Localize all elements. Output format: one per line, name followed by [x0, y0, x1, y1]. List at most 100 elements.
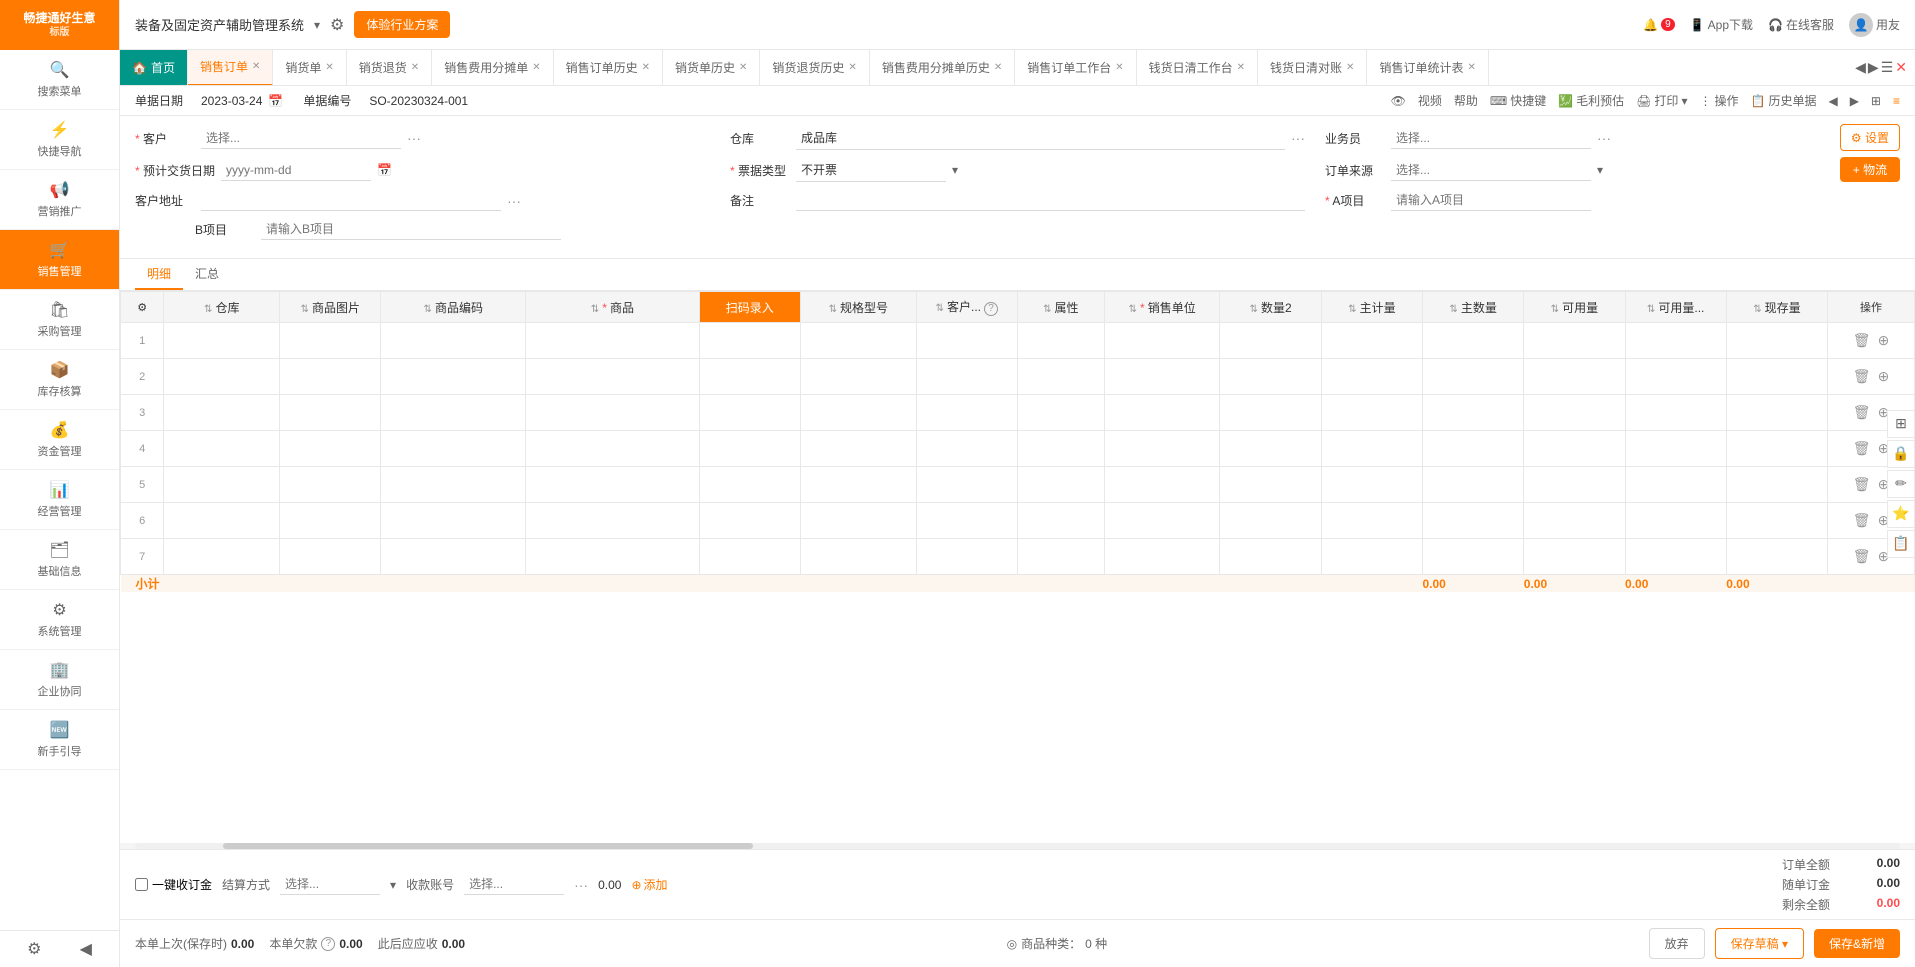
- sidebar-item-basic[interactable]: 🗂 基础信息: [0, 530, 119, 590]
- tab-sales-returns[interactable]: 销货单 ✕: [273, 50, 346, 86]
- cell-current-stock[interactable]: [1726, 503, 1827, 539]
- b-project-input[interactable]: [261, 219, 561, 240]
- tab-close-icon[interactable]: ✕: [411, 62, 419, 73]
- cell-current-stock[interactable]: [1726, 539, 1827, 575]
- sidebar-item-marketing[interactable]: 📢 营销推广: [0, 170, 119, 230]
- tab-order-history[interactable]: 销售订单历史 ✕: [554, 50, 663, 86]
- calendar-icon[interactable]: 📅: [268, 94, 283, 108]
- cell-product[interactable]: [526, 503, 700, 539]
- cell-main-quantity[interactable]: [1423, 503, 1524, 539]
- cell-main-quantity[interactable]: [1423, 359, 1524, 395]
- cell-available-more[interactable]: [1625, 395, 1726, 431]
- cell-sales-unit[interactable]: [1104, 323, 1220, 359]
- a-project-input[interactable]: [1391, 190, 1591, 211]
- app-download-item[interactable]: 📱 App下载: [1690, 16, 1753, 33]
- cell-product[interactable]: [526, 539, 700, 575]
- copy-row-icon[interactable]: ⊕: [1878, 332, 1890, 348]
- copy-row-icon[interactable]: ⊕: [1878, 368, 1890, 384]
- sort-icon[interactable]: ⇅: [1647, 304, 1655, 315]
- sidebar-item-enterprise[interactable]: 🏢 企业协同: [0, 650, 119, 710]
- history-btn[interactable]: 📋 历史单据: [1750, 92, 1816, 109]
- cell-main-unit[interactable]: [1321, 323, 1422, 359]
- user-item[interactable]: 👤 用友: [1849, 13, 1900, 37]
- cell-product-image[interactable]: [280, 503, 381, 539]
- cell-spec[interactable]: [800, 395, 916, 431]
- cell-customer-code[interactable]: [916, 431, 1017, 467]
- cell-available[interactable]: [1524, 467, 1625, 503]
- tab-order-workbench[interactable]: 销售订单工作台 ✕: [1015, 50, 1136, 86]
- cell-customer-code[interactable]: [916, 359, 1017, 395]
- cell-product[interactable]: [526, 467, 700, 503]
- tab-sales-refund[interactable]: 销货退货 ✕: [347, 50, 432, 86]
- cell-customer-code[interactable]: [916, 395, 1017, 431]
- operations-btn[interactable]: ⋮ 操作: [1699, 92, 1738, 109]
- sidebar-item-finance[interactable]: 💰 资金管理: [0, 410, 119, 470]
- tab-close-icon[interactable]: ✕: [642, 62, 650, 73]
- one-click-checkbox[interactable]: [135, 878, 148, 891]
- cell-available-more[interactable]: [1625, 323, 1726, 359]
- cell-main-unit[interactable]: [1321, 395, 1422, 431]
- cell-warehouse[interactable]: [164, 359, 280, 395]
- cell-main-unit[interactable]: [1321, 359, 1422, 395]
- profit-btn[interactable]: 💹 毛利预估: [1558, 92, 1624, 109]
- sort-icon[interactable]: ⇅: [1250, 304, 1258, 315]
- delete-row-icon[interactable]: 🗑: [1853, 476, 1871, 492]
- layout-list-icon[interactable]: ≡: [1893, 94, 1900, 108]
- tab-close-icon[interactable]: ✕: [1237, 62, 1245, 73]
- cell-quantity2[interactable]: [1220, 323, 1321, 359]
- warehouse-more-icon[interactable]: ···: [1291, 130, 1305, 146]
- cell-attribute[interactable]: [1017, 431, 1104, 467]
- cell-customer-code[interactable]: [916, 539, 1017, 575]
- cell-quantity2[interactable]: [1220, 539, 1321, 575]
- floating-btn-5[interactable]: 📋: [1887, 530, 1915, 558]
- floating-btn-2[interactable]: 🔒: [1887, 440, 1915, 468]
- sidebar-item-operations[interactable]: 📊 经营管理: [0, 470, 119, 530]
- salesperson-more-icon[interactable]: ···: [1597, 130, 1611, 146]
- tab-close-icon[interactable]: ✕: [739, 62, 747, 73]
- save-draft-btn[interactable]: 保存草稿 ▾: [1715, 928, 1804, 959]
- cell-sales-unit[interactable]: [1104, 359, 1220, 395]
- cell-warehouse[interactable]: [164, 431, 280, 467]
- sidebar-item-guide[interactable]: 🆕 新手引导: [0, 710, 119, 770]
- address-more-icon[interactable]: ···: [507, 193, 521, 209]
- cell-available-more[interactable]: [1625, 539, 1726, 575]
- sort-icon[interactable]: ⇅: [1449, 304, 1457, 315]
- tab-sales-summary[interactable]: 销售订单统计表 ✕: [1367, 50, 1488, 86]
- sort-icon[interactable]: ⇅: [301, 304, 309, 315]
- tab-close-icon[interactable]: ✕: [848, 62, 856, 73]
- floating-btn-3[interactable]: ✏: [1887, 470, 1915, 498]
- tab-cash-workbench[interactable]: 钱货日清工作台 ✕: [1137, 50, 1258, 86]
- cell-quantity2[interactable]: [1220, 503, 1321, 539]
- cell-quantity2[interactable]: [1220, 395, 1321, 431]
- cell-spec[interactable]: [800, 431, 916, 467]
- tab-close-icon[interactable]: ✕: [252, 61, 260, 72]
- industry-btn[interactable]: 体验行业方案: [354, 11, 450, 38]
- tab-sales-order[interactable]: 销售订单 ✕: [188, 50, 273, 86]
- tab-refund-history[interactable]: 销货退货历史 ✕: [760, 50, 869, 86]
- sort-icon[interactable]: ⇅: [423, 304, 431, 315]
- cell-attribute[interactable]: [1017, 539, 1104, 575]
- cell-spec[interactable]: [800, 503, 916, 539]
- cell-spec[interactable]: [800, 539, 916, 575]
- cell-product-code[interactable]: [381, 431, 526, 467]
- delivery-calendar-icon[interactable]: 📅: [377, 163, 392, 177]
- sort-icon[interactable]: ⇅: [1348, 304, 1356, 315]
- sort-icon[interactable]: ⇅: [936, 303, 944, 314]
- cell-sales-unit[interactable]: [1104, 503, 1220, 539]
- cell-warehouse[interactable]: [164, 539, 280, 575]
- cell-product-code[interactable]: [381, 395, 526, 431]
- collapse-icon[interactable]: ◀: [80, 939, 92, 959]
- sidebar-item-quick[interactable]: ⚡ 快捷导航: [0, 110, 119, 170]
- tab-close-icon[interactable]: ✕: [994, 62, 1002, 73]
- cell-quantity2[interactable]: [1220, 467, 1321, 503]
- customer-more-icon[interactable]: ···: [407, 130, 421, 146]
- th-settings[interactable]: ⚙: [121, 292, 164, 323]
- settings-action-btn[interactable]: ⚙ 设置: [1840, 124, 1900, 151]
- cell-available[interactable]: [1524, 539, 1625, 575]
- tab-close-icon[interactable]: ✕: [1346, 62, 1354, 73]
- cell-main-quantity[interactable]: [1423, 395, 1524, 431]
- payment-dropdown-icon[interactable]: ▾: [390, 878, 396, 892]
- layout-grid-icon[interactable]: ⊞: [1871, 94, 1881, 108]
- sidebar-item-sales[interactable]: 🛒 销售管理: [0, 230, 119, 290]
- cell-product-image[interactable]: [280, 323, 381, 359]
